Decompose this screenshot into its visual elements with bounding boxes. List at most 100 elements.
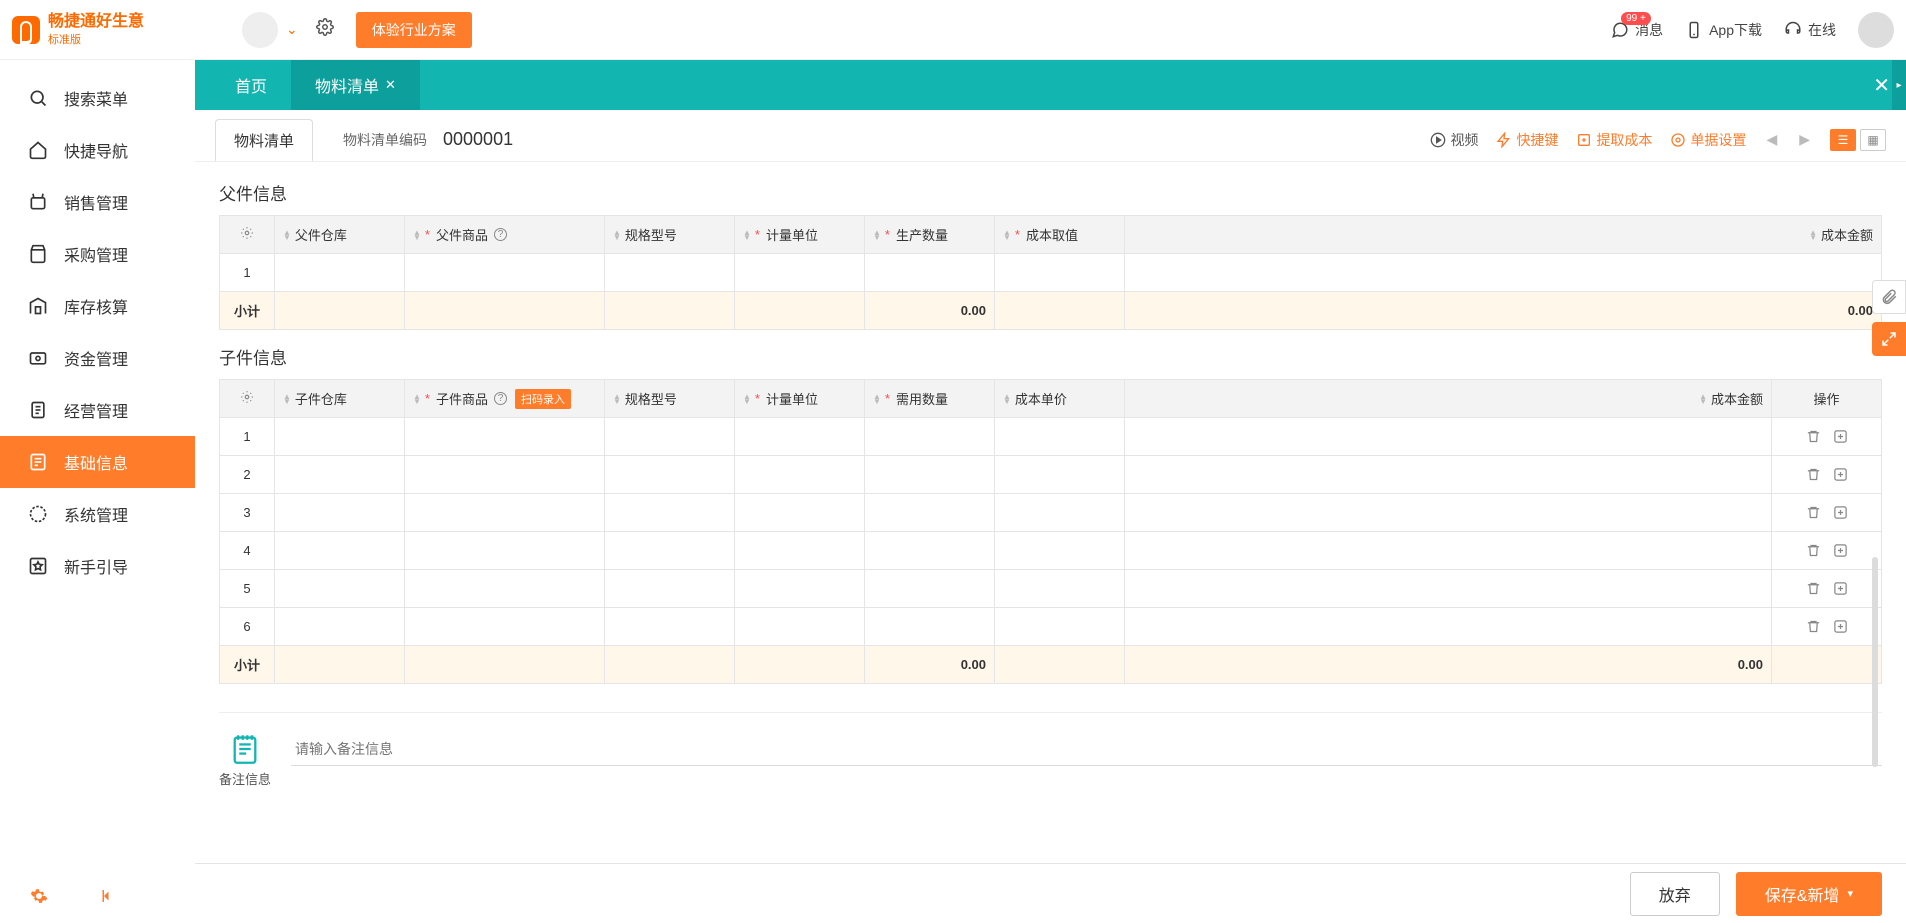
bom-code-label: 物料清单编码 [343, 130, 427, 150]
sidebar-footer [0, 869, 195, 923]
add-row-icon[interactable] [1833, 543, 1848, 558]
fullscreen-button[interactable] [1872, 322, 1906, 356]
col-child-cost-amount[interactable]: ▲▼成本金额 [1125, 380, 1772, 418]
col-child-unit-cost[interactable]: ▲▼成本单价 [995, 380, 1125, 418]
close-all-icon[interactable]: ✕ [1873, 73, 1890, 98]
table-row[interactable]: 6 [220, 608, 1882, 646]
company-selector[interactable]: ⌄ [242, 12, 298, 48]
star-icon [28, 556, 48, 576]
chevron-down-icon: ⌄ [286, 21, 298, 38]
table-row[interactable]: 1 [220, 254, 1882, 292]
promo-button[interactable]: 体验行业方案 [356, 12, 472, 48]
remark-input[interactable] [291, 733, 1882, 766]
tab-label: 物料清单 [315, 73, 379, 97]
col-child-product[interactable]: ▲▼*子件商品?扫码录入 [405, 380, 605, 418]
add-row-icon[interactable] [1833, 505, 1848, 520]
form-body: 父件信息 ▲▼父件仓库 ▲▼*父件商品? ▲▼规格型号 ▲▼*计量单位 ▲▼*生… [195, 162, 1906, 863]
sidebar-item-purchase[interactable]: 采购管理 [0, 228, 195, 280]
sidebar-item-label: 经营管理 [64, 398, 128, 422]
child-table: ▲▼子件仓库 ▲▼*子件商品?扫码录入 ▲▼规格型号 ▲▼*计量单位 ▲▼*需用… [219, 379, 1882, 684]
table-row[interactable]: 3 [220, 494, 1882, 532]
col-child-warehouse[interactable]: ▲▼子件仓库 [275, 380, 405, 418]
table-row[interactable]: 4 [220, 532, 1882, 570]
company-avatar [242, 12, 278, 48]
col-child-need-qty[interactable]: ▲▼*需用数量 [865, 380, 995, 418]
delete-row-icon[interactable] [1806, 429, 1821, 444]
table-row[interactable]: 5 [220, 570, 1882, 608]
add-row-icon[interactable] [1833, 619, 1848, 634]
close-tab-icon[interactable]: ✕ [385, 77, 396, 93]
col-child-unit[interactable]: ▲▼*计量单位 [735, 380, 865, 418]
view-toggle: ☰ ▦ [1830, 129, 1886, 151]
mobile-icon [1685, 21, 1703, 39]
col-parent-spec[interactable]: ▲▼规格型号 [605, 216, 735, 254]
tab-home[interactable]: 首页 [211, 60, 291, 110]
remark-label-text: 备注信息 [219, 769, 271, 788]
content-area: 首页 物料清单 ✕ ✕ ▸ 物料清单 物料清单编码 0000001 视频 快捷键 [195, 60, 1906, 923]
settings-icon [1670, 132, 1686, 148]
delete-row-icon[interactable] [1806, 467, 1821, 482]
col-parent-product[interactable]: ▲▼*父件商品? [405, 216, 605, 254]
chevron-down-icon: ▾ [1847, 887, 1853, 900]
child-scrollbar[interactable] [1872, 557, 1878, 767]
delete-row-icon[interactable] [1806, 543, 1821, 558]
remark-block: 备注信息 [219, 712, 1882, 828]
add-row-icon[interactable] [1833, 429, 1848, 444]
doc-settings-link[interactable]: 单据设置 [1670, 130, 1746, 150]
delete-row-icon[interactable] [1806, 505, 1821, 520]
sidebar-item-system[interactable]: 系统管理 [0, 488, 195, 540]
add-row-icon[interactable] [1833, 467, 1848, 482]
attachment-button[interactable] [1872, 280, 1906, 314]
sidebar-item-label: 快捷导航 [64, 138, 128, 162]
subtotal-row: 小计 0.00 0.00 [220, 646, 1882, 684]
app-download-link[interactable]: App下载 [1685, 20, 1762, 40]
col-parent-warehouse[interactable]: ▲▼父件仓库 [275, 216, 405, 254]
col-gear[interactable] [220, 380, 275, 418]
col-child-spec[interactable]: ▲▼规格型号 [605, 380, 735, 418]
toggle-panel-icon[interactable]: ▸ [1892, 60, 1906, 110]
expand-icon [1880, 330, 1898, 348]
gear-icon [240, 390, 254, 404]
save-and-new-button[interactable]: 保存&新增▾ [1736, 872, 1882, 916]
discard-button[interactable]: 放弃 [1630, 872, 1720, 916]
sidebar-item-label: 销售管理 [64, 190, 128, 214]
extract-cost-link[interactable]: 提取成本 [1576, 130, 1652, 150]
col-parent-cost-basis[interactable]: ▲▼*成本取值 [995, 216, 1125, 254]
sidebar-item-business[interactable]: 经营管理 [0, 384, 195, 436]
help-icon[interactable]: ? [494, 392, 507, 405]
shortcut-link[interactable]: 快捷键 [1496, 130, 1558, 150]
user-avatar[interactable] [1858, 12, 1894, 48]
help-icon[interactable]: ? [494, 228, 507, 241]
sidebar-item-inventory[interactable]: 库存核算 [0, 280, 195, 332]
sidebar-item-sales[interactable]: 销售管理 [0, 176, 195, 228]
sidebar-item-guide[interactable]: 新手引导 [0, 540, 195, 592]
footer-gear-icon[interactable] [30, 887, 48, 905]
col-parent-unit[interactable]: ▲▼*计量单位 [735, 216, 865, 254]
sidebar-item-search[interactable]: 搜索菜单 [0, 72, 195, 124]
delete-row-icon[interactable] [1806, 619, 1821, 634]
view-card-button[interactable]: ▦ [1860, 129, 1886, 151]
tab-bom[interactable]: 物料清单 ✕ [291, 60, 420, 110]
view-list-button[interactable]: ☰ [1830, 129, 1856, 151]
float-controls [1872, 280, 1906, 356]
prev-record-icon[interactable]: ◀ [1764, 131, 1779, 148]
col-parent-qty[interactable]: ▲▼*生产数量 [865, 216, 995, 254]
col-gear[interactable] [220, 216, 275, 254]
table-row[interactable]: 2 [220, 456, 1882, 494]
add-row-icon[interactable] [1833, 581, 1848, 596]
page-tab[interactable]: 物料清单 [215, 119, 313, 161]
video-link[interactable]: 视频 [1430, 130, 1478, 150]
next-record-icon[interactable]: ▶ [1797, 131, 1812, 148]
sidebar-item-fund[interactable]: 资金管理 [0, 332, 195, 384]
gear-icon[interactable] [316, 18, 334, 41]
messages-badge: 99 + [1621, 12, 1651, 25]
sidebar-item-basic-info[interactable]: 基础信息 [0, 436, 195, 488]
online-support-link[interactable]: 在线 [1784, 20, 1836, 40]
col-parent-cost-amount[interactable]: ▲▼成本金额 [1125, 216, 1882, 254]
sidebar-item-quicknav[interactable]: 快捷导航 [0, 124, 195, 176]
table-row[interactable]: 1 [220, 418, 1882, 456]
messages-link[interactable]: 消息 99 + [1611, 20, 1663, 40]
scan-input-tag[interactable]: 扫码录入 [515, 389, 571, 409]
collapse-sidebar-icon[interactable] [98, 887, 116, 905]
delete-row-icon[interactable] [1806, 581, 1821, 596]
